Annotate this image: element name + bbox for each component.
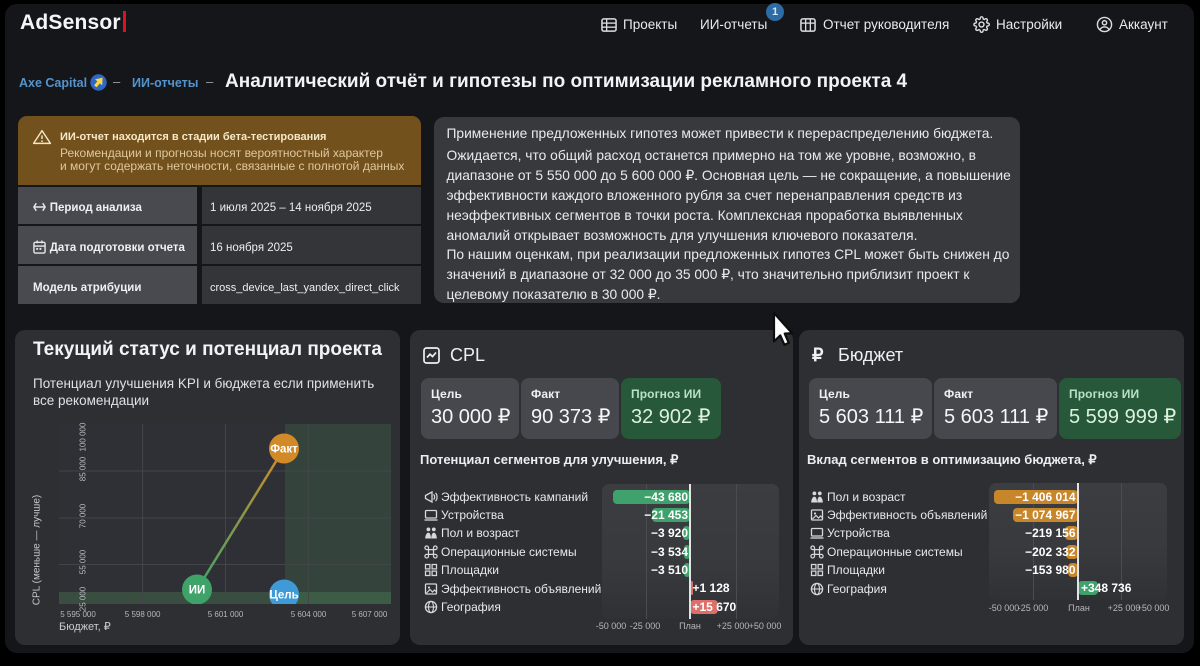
svg-text:Цель: Цель bbox=[269, 590, 298, 602]
svg-text:ИИ: ИИ bbox=[189, 585, 206, 597]
svg-text:Факт: Факт bbox=[270, 444, 298, 456]
